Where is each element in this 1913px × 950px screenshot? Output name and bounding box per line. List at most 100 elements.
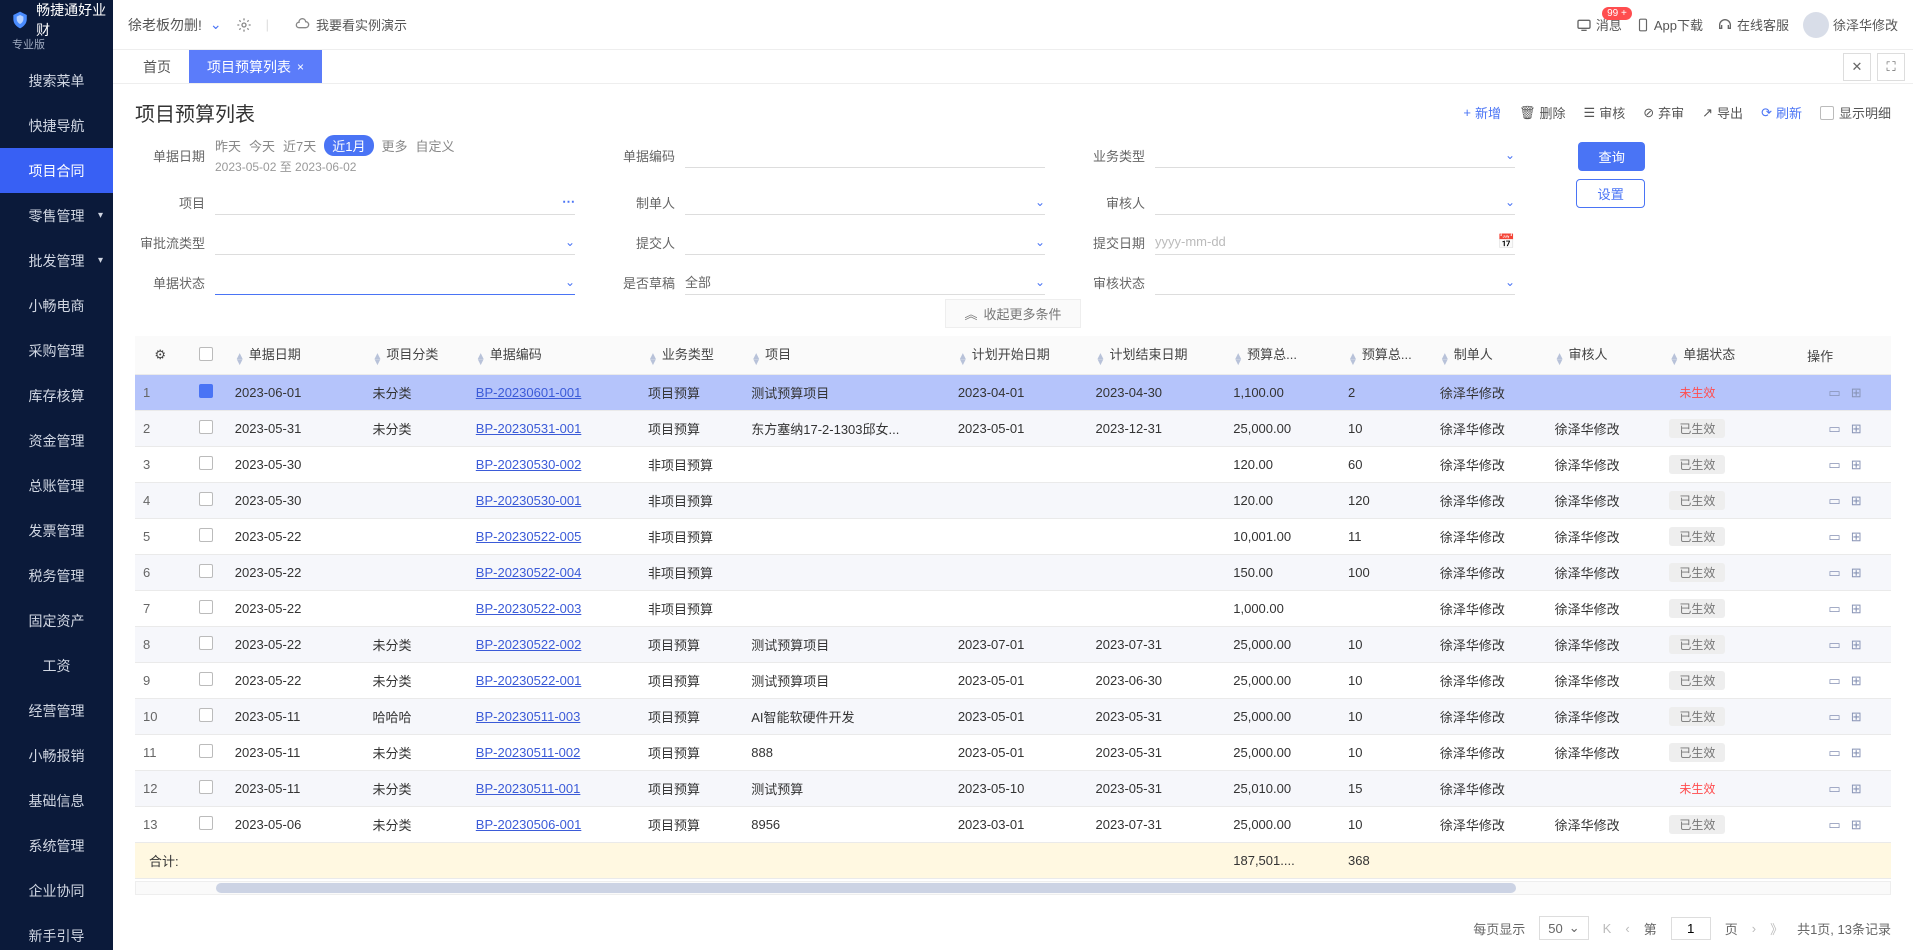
sidebar-item-12[interactable]: 固定资产 bbox=[0, 598, 113, 643]
select-biz-type[interactable]: ⌄ bbox=[1155, 142, 1515, 168]
more-icon[interactable]: ⊞ bbox=[1851, 385, 1862, 401]
view-icon[interactable]: ▭ bbox=[1828, 493, 1840, 509]
row-checkbox[interactable] bbox=[199, 492, 213, 506]
bill-code-link[interactable]: BP-20230511-003 bbox=[476, 709, 581, 724]
tab-home[interactable]: 首页 bbox=[125, 50, 189, 83]
bill-code-link[interactable]: BP-20230511-002 bbox=[476, 745, 581, 760]
more-icon[interactable]: ⊞ bbox=[1851, 637, 1862, 653]
row-checkbox[interactable] bbox=[199, 672, 213, 686]
sidebar-item-10[interactable]: 发票管理 bbox=[0, 508, 113, 553]
sidebar-item-17[interactable]: 系统管理 bbox=[0, 823, 113, 868]
sidebar-item-7[interactable]: 库存核算 bbox=[0, 373, 113, 418]
col-header-10[interactable]: ▲▼预算总... bbox=[1340, 336, 1432, 375]
collapse-filters-button[interactable]: ︽ 收起更多条件 bbox=[945, 299, 1080, 328]
table-row[interactable]: 122023-05-11未分类BP-20230511-001项目预算测试预算20… bbox=[135, 771, 1891, 807]
app-download-button[interactable]: App下载 bbox=[1636, 15, 1703, 34]
sidebar-item-2[interactable]: 项目合同 bbox=[0, 148, 113, 193]
sidebar-item-5[interactable]: 小畅电商 bbox=[0, 283, 113, 328]
row-checkbox[interactable] bbox=[199, 384, 213, 398]
col-header-13[interactable]: ▲▼单据状态 bbox=[1661, 336, 1764, 375]
more-icon[interactable]: ⊞ bbox=[1851, 709, 1862, 725]
table-row[interactable]: 22023-05-31未分类BP-20230531-001项目预算东方塞纳17-… bbox=[135, 411, 1891, 447]
select-maker[interactable]: ⌄ bbox=[685, 189, 1045, 215]
more-icon[interactable]: ⊞ bbox=[1851, 673, 1862, 689]
col-header-9[interactable]: ▲▼预算总... bbox=[1225, 336, 1340, 375]
view-icon[interactable]: ▭ bbox=[1828, 385, 1840, 401]
refresh-button[interactable]: ⟳刷新 bbox=[1761, 103, 1802, 122]
date-opt-3[interactable]: 近1月 bbox=[324, 135, 373, 156]
col-header-3[interactable]: ▲▼项目分类 bbox=[365, 336, 468, 375]
sidebar-item-18[interactable]: 企业协同 bbox=[0, 868, 113, 913]
view-icon[interactable]: ▭ bbox=[1828, 709, 1840, 725]
abandon-button[interactable]: ⊘弃审 bbox=[1643, 103, 1684, 122]
sidebar-item-11[interactable]: 税务管理 bbox=[0, 553, 113, 598]
row-checkbox[interactable] bbox=[199, 528, 213, 542]
more-icon[interactable]: ⊞ bbox=[1851, 529, 1862, 545]
user-menu[interactable]: 徐泽华修改 bbox=[1803, 12, 1898, 38]
sidebar-item-19[interactable]: 新手引导 bbox=[0, 913, 113, 950]
next-page-button[interactable]: › bbox=[1752, 921, 1756, 936]
page-size-select[interactable]: 50⌄ bbox=[1539, 916, 1588, 940]
select-is-draft[interactable]: 全部⌄ bbox=[685, 269, 1045, 295]
bill-code-link[interactable]: BP-20230506-001 bbox=[476, 817, 582, 832]
view-icon[interactable]: ▭ bbox=[1828, 421, 1840, 437]
bill-code-link[interactable]: BP-20230522-004 bbox=[476, 565, 582, 580]
row-checkbox[interactable] bbox=[199, 744, 213, 758]
col-header-7[interactable]: ▲▼计划开始日期 bbox=[950, 336, 1088, 375]
page-number-input[interactable] bbox=[1671, 917, 1711, 940]
row-checkbox[interactable] bbox=[199, 564, 213, 578]
audit-button[interactable]: ☰审核 bbox=[1584, 103, 1626, 122]
view-icon[interactable]: ▭ bbox=[1828, 601, 1840, 617]
view-icon[interactable]: ▭ bbox=[1828, 781, 1840, 797]
view-icon[interactable]: ▭ bbox=[1828, 637, 1840, 653]
input-bill-code[interactable] bbox=[685, 142, 1045, 168]
export-button[interactable]: ↗导出 bbox=[1702, 103, 1743, 122]
more-icon[interactable]: ⊞ bbox=[1851, 565, 1862, 581]
bill-code-link[interactable]: BP-20230531-001 bbox=[476, 421, 582, 436]
show-detail-checkbox[interactable]: 显示明细 bbox=[1820, 103, 1891, 122]
col-header-12[interactable]: ▲▼审核人 bbox=[1547, 336, 1662, 375]
sidebar-item-6[interactable]: 采购管理 bbox=[0, 328, 113, 373]
messages-button[interactable]: 消息 99 + bbox=[1576, 15, 1622, 34]
demo-link[interactable]: 我要看实例演示 bbox=[295, 15, 407, 34]
table-row[interactable]: 32023-05-30BP-20230530-002非项目预算120.0060徐… bbox=[135, 447, 1891, 483]
col-header-14[interactable] bbox=[1765, 336, 1799, 375]
col-header-11[interactable]: ▲▼制单人 bbox=[1432, 336, 1547, 375]
view-icon[interactable]: ▭ bbox=[1828, 457, 1840, 473]
close-icon[interactable]: × bbox=[297, 60, 304, 74]
last-page-button[interactable]: 》 bbox=[1770, 919, 1783, 938]
more-icon[interactable]: ⊞ bbox=[1851, 745, 1862, 761]
table-row[interactable]: 82023-05-22未分类BP-20230522-002项目预算测试预算项目2… bbox=[135, 627, 1891, 663]
date-opt-1[interactable]: 今天 bbox=[249, 136, 275, 155]
col-header-1[interactable] bbox=[185, 336, 226, 375]
col-header-4[interactable]: ▲▼单据编码 bbox=[468, 336, 640, 375]
table-row[interactable]: 42023-05-30BP-20230530-001非项目预算120.00120… bbox=[135, 483, 1891, 519]
more-icon[interactable]: ⊞ bbox=[1851, 457, 1862, 473]
select-bill-status[interactable]: ⌄ bbox=[215, 269, 575, 295]
row-checkbox[interactable] bbox=[199, 456, 213, 470]
more-icon[interactable]: ⊞ bbox=[1851, 817, 1862, 833]
row-checkbox[interactable] bbox=[199, 816, 213, 830]
add-button[interactable]: +新增 bbox=[1463, 103, 1501, 122]
table-row[interactable]: 112023-05-11未分类BP-20230511-002项目预算888202… bbox=[135, 735, 1891, 771]
row-checkbox[interactable] bbox=[199, 600, 213, 614]
more-icon[interactable]: ⊞ bbox=[1851, 781, 1862, 797]
company-settings-icon[interactable] bbox=[236, 17, 252, 33]
sidebar-item-16[interactable]: 基础信息 bbox=[0, 778, 113, 823]
table-row[interactable]: 12023-06-01未分类BP-20230601-001项目预算测试预算项目2… bbox=[135, 375, 1891, 411]
bill-code-link[interactable]: BP-20230522-001 bbox=[476, 673, 582, 688]
sidebar-item-0[interactable]: 搜索菜单 bbox=[0, 58, 113, 103]
tab-budget-list[interactable]: 项目预算列表 × bbox=[189, 50, 322, 83]
view-icon[interactable]: ▭ bbox=[1828, 529, 1840, 545]
select-all-checkbox[interactable] bbox=[199, 347, 213, 361]
delete-button[interactable]: 🗑删除 bbox=[1519, 103, 1566, 122]
table-row[interactable]: 102023-05-11哈哈哈BP-20230511-003项目预算AI智能软硬… bbox=[135, 699, 1891, 735]
more-icon[interactable]: ⊞ bbox=[1851, 493, 1862, 509]
col-header-2[interactable]: ▲▼单据日期 bbox=[227, 336, 365, 375]
row-checkbox[interactable] bbox=[199, 420, 213, 434]
table-row[interactable]: 92023-05-22未分类BP-20230522-001项目预算测试预算项目2… bbox=[135, 663, 1891, 699]
bill-code-link[interactable]: BP-20230522-003 bbox=[476, 601, 582, 616]
company-selector[interactable]: 徐老板勿删! ⌄ bbox=[128, 15, 222, 35]
sidebar-item-15[interactable]: 小畅报销 bbox=[0, 733, 113, 778]
row-checkbox[interactable] bbox=[199, 780, 213, 794]
